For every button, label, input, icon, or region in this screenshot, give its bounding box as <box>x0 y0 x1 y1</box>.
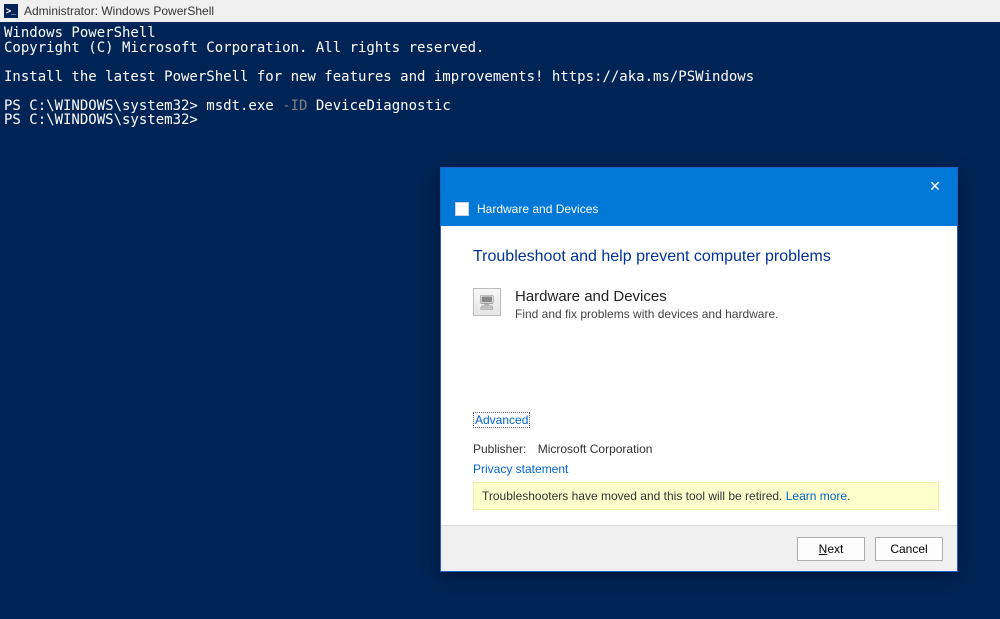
advanced-link[interactable]: Advanced <box>473 412 530 428</box>
window-title: Administrator: Windows PowerShell <box>24 4 214 18</box>
console-prompt: PS C:\WINDOWS\system32> <box>4 112 198 128</box>
dialog-title: Hardware and Devices <box>477 202 598 216</box>
console-output[interactable]: Windows PowerShell Copyright (C) Microso… <box>0 22 1000 132</box>
notice-suffix: . <box>847 489 850 503</box>
publisher-label: Publisher: <box>473 442 526 456</box>
close-button[interactable]: ✕ <box>923 174 947 198</box>
dialog-heading: Troubleshoot and help prevent computer p… <box>473 248 925 266</box>
cancel-button[interactable]: Cancel <box>875 537 943 561</box>
troubleshooter-dialog: ✕ Hardware and Devices Troubleshoot and … <box>440 167 958 572</box>
console-line: Copyright (C) Microsoft Corporation. All… <box>4 40 484 56</box>
notice-text: Troubleshooters have moved and this tool… <box>482 489 786 503</box>
learn-more-link[interactable]: Learn more <box>786 489 847 503</box>
troubleshooter-item: 🖥 Hardware and Devices Find and fix prob… <box>473 288 925 321</box>
retirement-notice: Troubleshooters have moved and this tool… <box>473 482 939 510</box>
powershell-icon: >_ <box>4 4 18 18</box>
dialog-footer: Next Cancel <box>441 525 957 571</box>
hardware-devices-icon: 🖥 <box>473 288 501 316</box>
next-button[interactable]: Next <box>797 537 865 561</box>
console-line: Install the latest PowerShell for new fe… <box>4 69 754 85</box>
dialog-header-icon <box>455 202 469 216</box>
close-icon: ✕ <box>929 178 941 195</box>
dialog-body: Troubleshoot and help prevent computer p… <box>441 226 957 525</box>
privacy-statement-link[interactable]: Privacy statement <box>473 462 568 476</box>
publisher-value: Microsoft Corporation <box>538 442 653 456</box>
window-titlebar: >_ Administrator: Windows PowerShell <box>0 0 1000 22</box>
item-title: Hardware and Devices <box>515 288 778 305</box>
publisher-row: Publisher: Microsoft Corporation <box>473 442 652 456</box>
item-description: Find and fix problems with devices and h… <box>515 307 778 321</box>
dialog-titlebar[interactable]: ✕ Hardware and Devices <box>441 168 957 226</box>
